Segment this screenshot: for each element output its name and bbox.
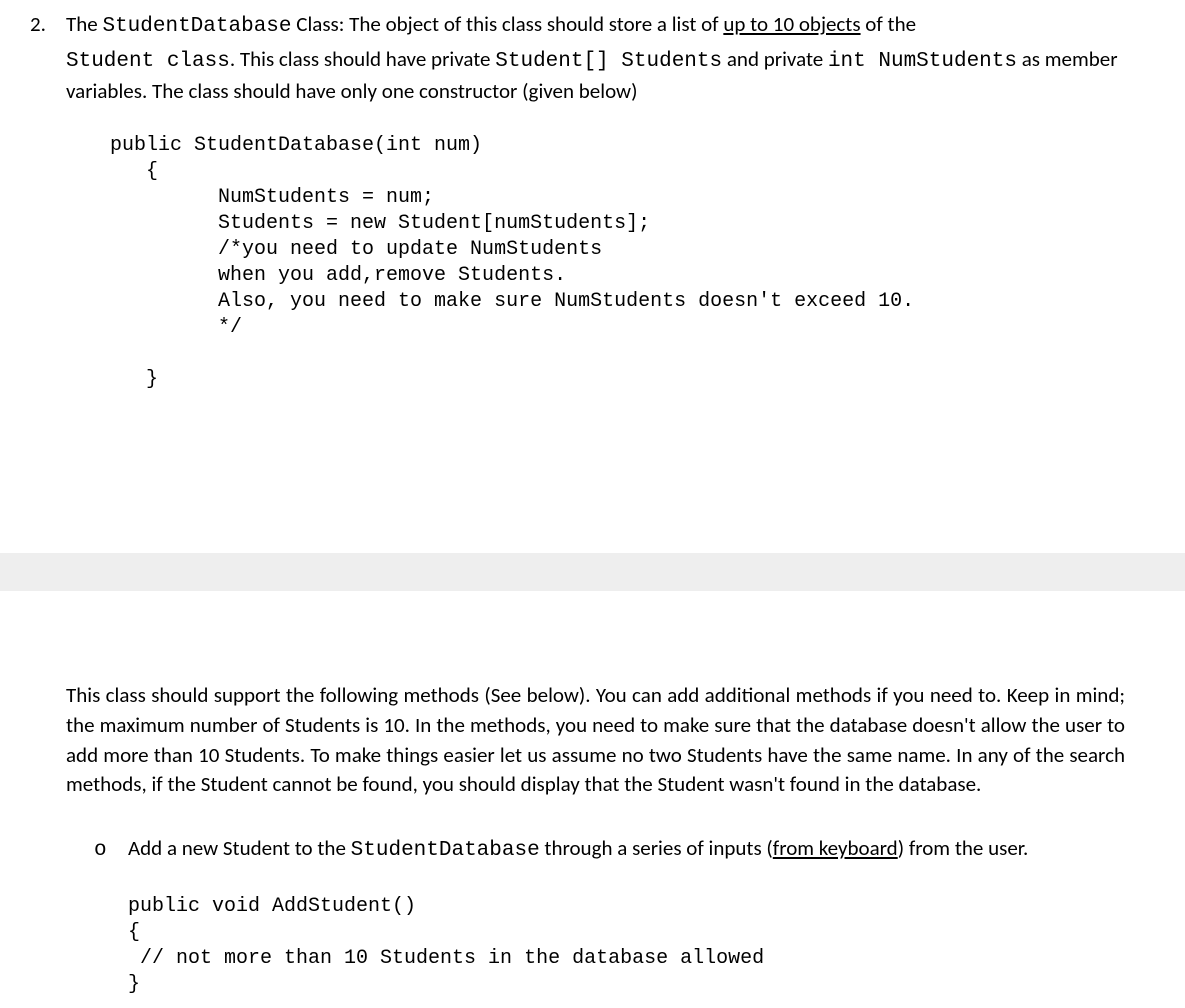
code-line: Students = new Student[numStudents]; <box>110 212 650 235</box>
page-bottom: This class should support the following … <box>0 671 1185 1008</box>
code-line: when you add,remove Students. <box>110 264 566 287</box>
code-line: { <box>128 921 140 944</box>
text-part: and private <box>722 46 828 72</box>
underlined-text: from keyboard <box>773 835 898 861</box>
bullet-marker: o <box>94 839 128 862</box>
code-line: Also, you need to make sure NumStudents … <box>110 290 914 313</box>
code-line: NumStudents = num; <box>110 186 434 209</box>
class-name: StudentDatabase <box>102 15 291 38</box>
code-line: */ <box>110 316 242 339</box>
methods-paragraph: This class should support the following … <box>66 681 1125 800</box>
question-number: 2. <box>30 11 64 37</box>
bullet-text: Add a new Student to the StudentDatabase… <box>128 834 1125 865</box>
code-inline: Student[] Students <box>495 50 722 73</box>
class-name: Student class <box>66 50 230 73</box>
addstudent-code-block: public void AddStudent() { // not more t… <box>128 894 1155 998</box>
code-line: /*you need to update NumStudents <box>110 238 602 261</box>
code-inline: StudentDatabase <box>351 839 540 862</box>
question-header: 2. The StudentDatabase Class: The object… <box>30 10 1155 41</box>
question-continuation: Student class. This class should have pr… <box>66 45 1155 105</box>
constructor-code-block: public StudentDatabase(int num) { NumStu… <box>110 133 1155 393</box>
page-divider <box>0 553 1185 591</box>
code-line: } <box>110 368 158 391</box>
text-part: The <box>66 11 102 37</box>
code-line: { <box>110 160 158 183</box>
code-line: // not more than 10 Students in the data… <box>128 947 764 970</box>
text-part: Class: The object of this class should s… <box>292 11 724 37</box>
text-part: through a series of inputs ( <box>540 835 773 861</box>
text-part: Add a new Student to the <box>128 835 351 861</box>
bullet-add-student: o Add a new Student to the StudentDataba… <box>94 834 1125 865</box>
code-line: public StudentDatabase(int num) <box>110 134 482 157</box>
page-top: 2. The StudentDatabase Class: The object… <box>0 0 1185 423</box>
text-part: ) from the user. <box>898 835 1029 861</box>
code-line: } <box>128 973 140 996</box>
underlined-text: up to 10 objects <box>723 11 860 37</box>
text-part: of the <box>861 11 917 37</box>
question-text: The StudentDatabase Class: The object of… <box>66 10 1155 41</box>
code-inline: int NumStudents <box>828 50 1017 73</box>
code-line: public void AddStudent() <box>128 895 416 918</box>
text-part: . This class should have private <box>230 46 495 72</box>
